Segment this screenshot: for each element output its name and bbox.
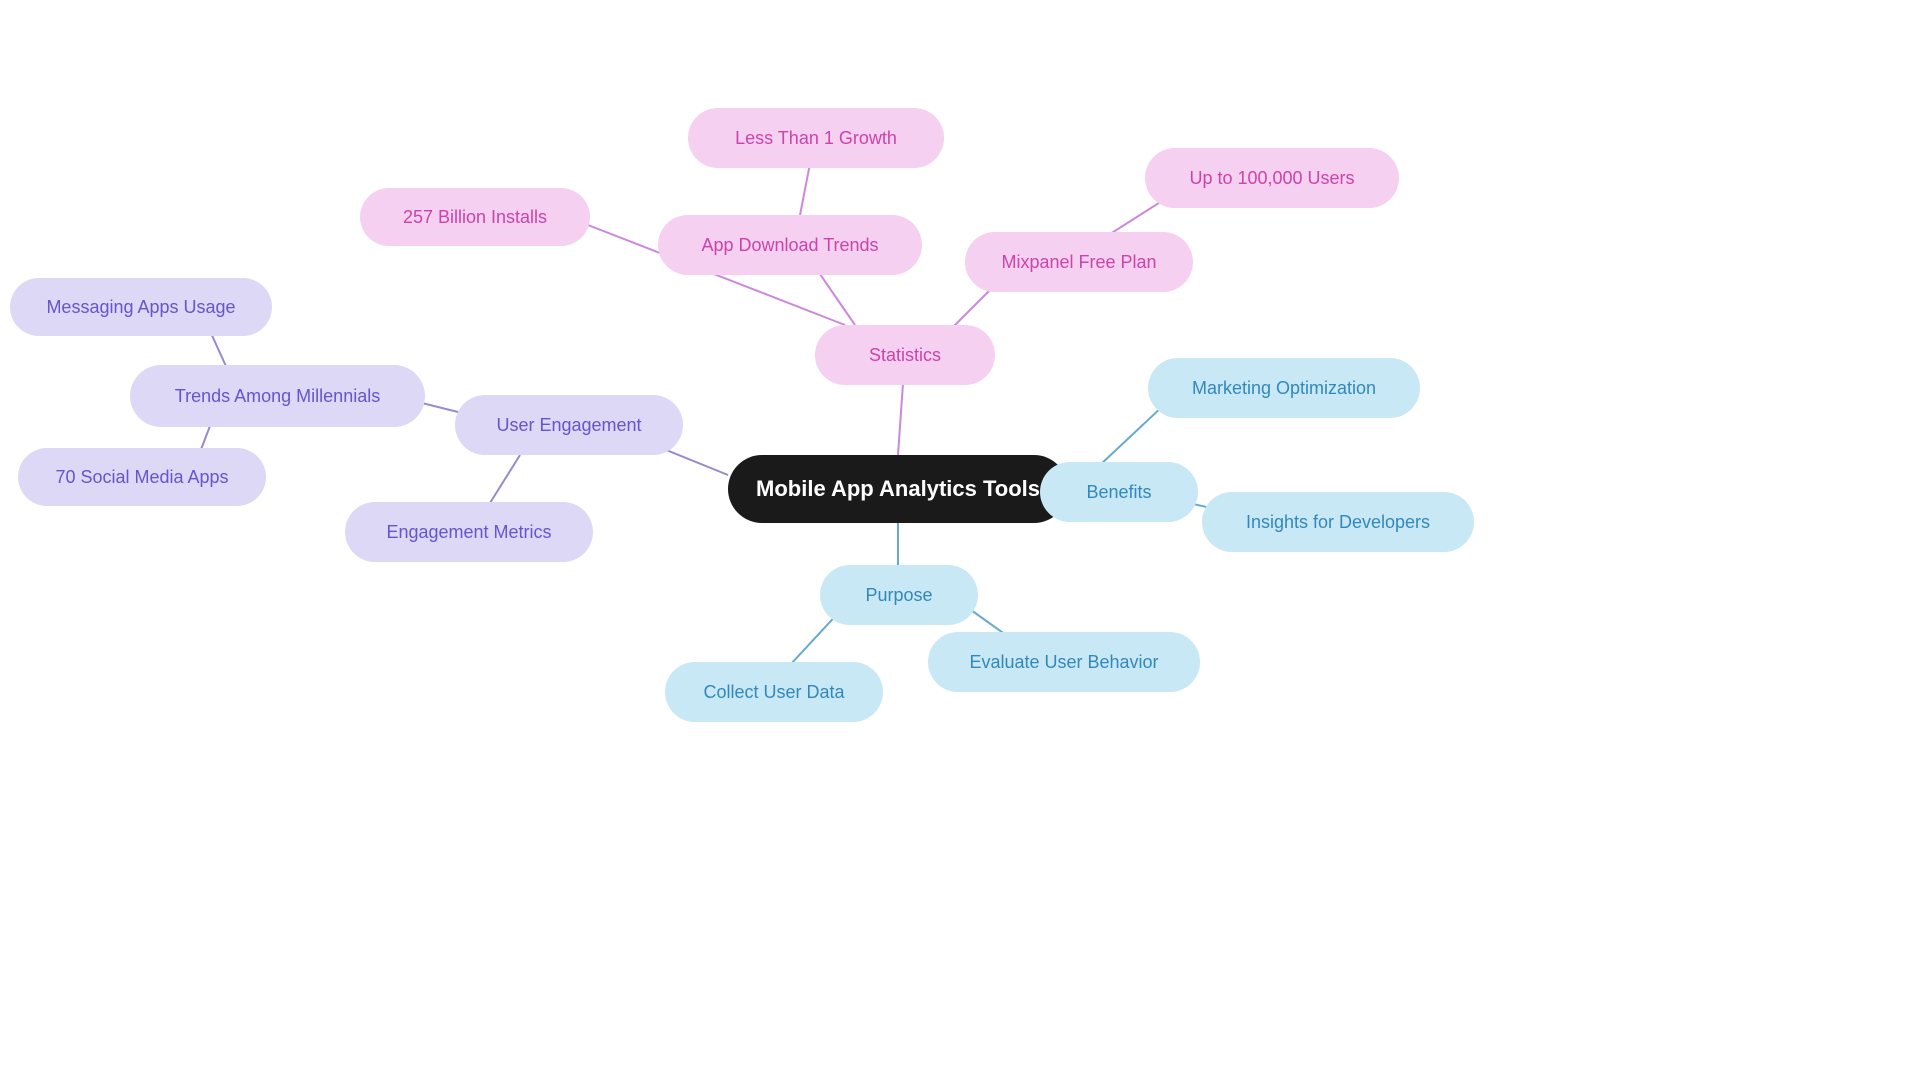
node-mixpanel-free-plan: Mixpanel Free Plan bbox=[965, 232, 1193, 292]
node-less-than-growth: Less Than 1 Growth bbox=[688, 108, 944, 168]
node-benefits: Benefits bbox=[1040, 462, 1198, 522]
node-center: Mobile App Analytics Tools bbox=[728, 455, 1068, 523]
node-messaging-apps: Messaging Apps Usage bbox=[10, 278, 272, 336]
node-evaluate-user-behavior: Evaluate User Behavior bbox=[928, 632, 1200, 692]
node-marketing-optimization: Marketing Optimization bbox=[1148, 358, 1420, 418]
node-social-media-apps: 70 Social Media Apps bbox=[18, 448, 266, 506]
node-collect-user-data: Collect User Data bbox=[665, 662, 883, 722]
node-insights-developers: Insights for Developers bbox=[1202, 492, 1474, 552]
node-statistics: Statistics bbox=[815, 325, 995, 385]
node-user-engagement: User Engagement bbox=[455, 395, 683, 455]
node-trends-millennials: Trends Among Millennials bbox=[130, 365, 425, 427]
node-app-download-trends: App Download Trends bbox=[658, 215, 922, 275]
node-purpose: Purpose bbox=[820, 565, 978, 625]
node-257-billion: 257 Billion Installs bbox=[360, 188, 590, 246]
node-up-to-users: Up to 100,000 Users bbox=[1145, 148, 1399, 208]
node-engagement-metrics: Engagement Metrics bbox=[345, 502, 593, 562]
